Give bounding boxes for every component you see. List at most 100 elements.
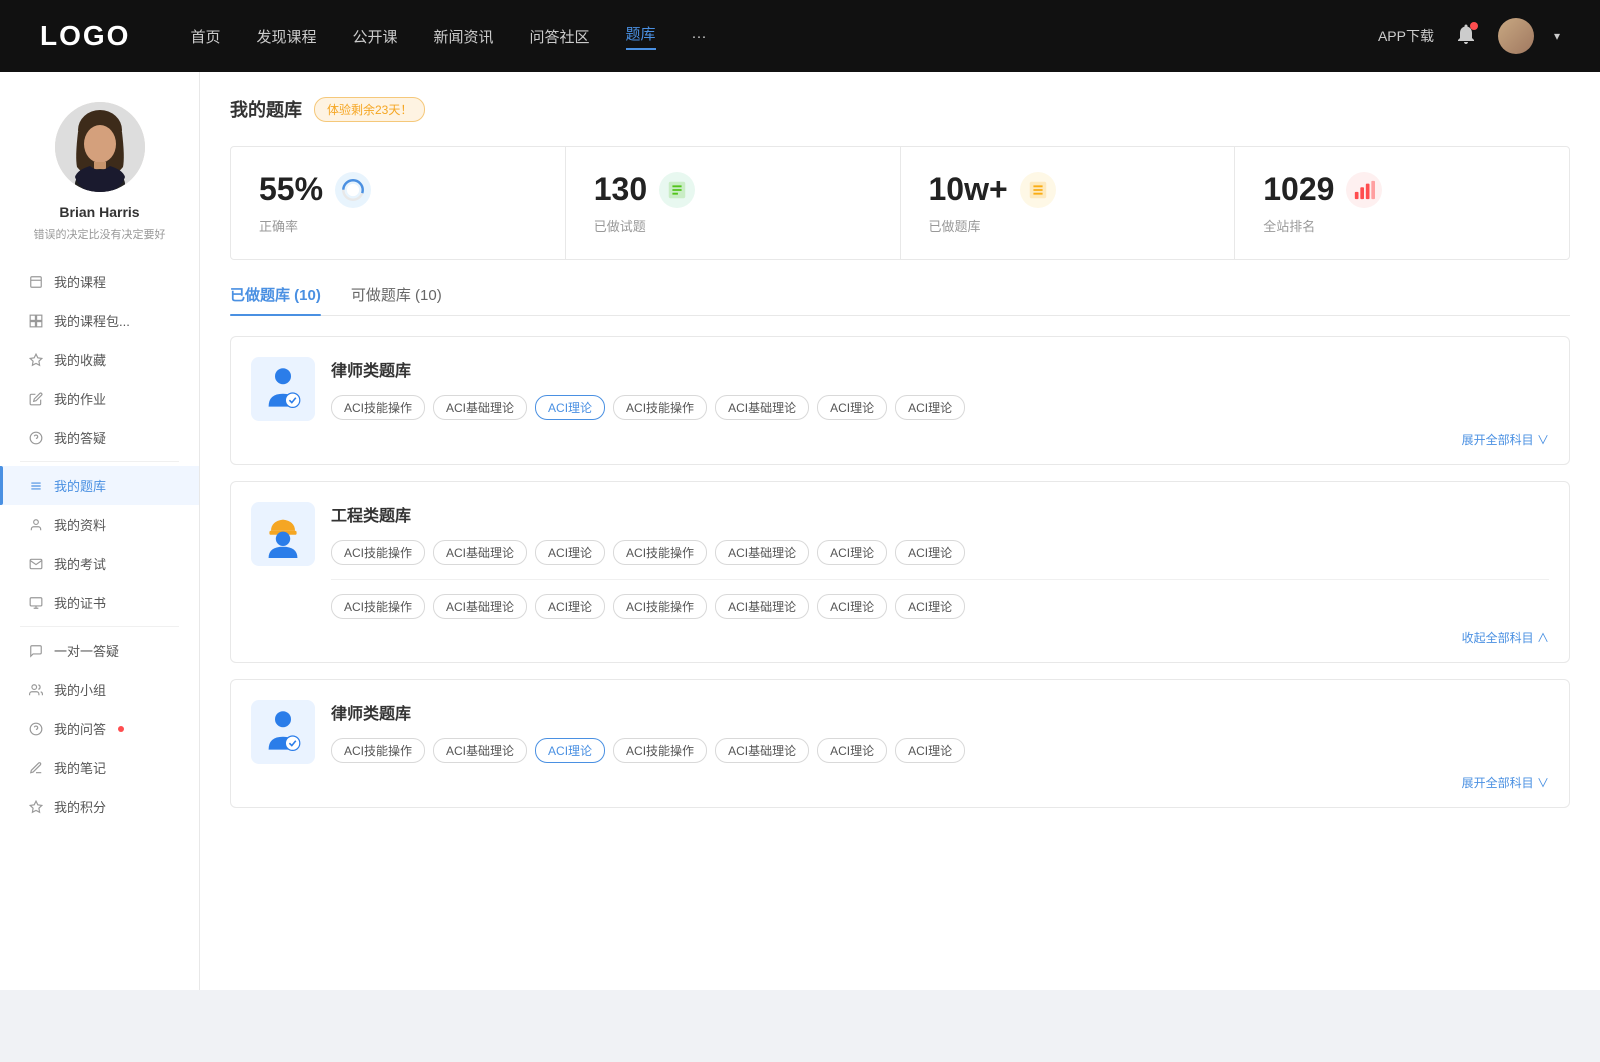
stat-label: 全站排名 — [1263, 216, 1541, 235]
sidebar-item-qa[interactable]: 我的答疑 — [0, 418, 199, 457]
expand-button[interactable]: 展开全部科目 ∨ — [251, 431, 1549, 448]
qbank-title: 律师类题库 — [331, 700, 1549, 724]
sidebar-item-one-on-one[interactable]: 一对一答疑 — [0, 631, 199, 670]
tag[interactable]: ACI理论 — [535, 540, 605, 565]
tag[interactable]: ACI理论 — [895, 738, 965, 763]
tag[interactable]: ACI理论 — [817, 594, 887, 619]
bell-notification-dot — [1470, 22, 1478, 30]
qbank-tags-row2: ACI技能操作 ACI基础理论 ACI理论 ACI技能操作 ACI基础理论 AC… — [331, 594, 1549, 619]
nav-question-bank[interactable]: 题库 — [626, 23, 656, 50]
accuracy-icon — [335, 172, 371, 208]
sidebar-label: 一对一答疑 — [54, 641, 119, 660]
tag[interactable]: ACI理论 — [895, 395, 965, 420]
qbank-card-lawyer-1: 律师类题库 ACI技能操作 ACI基础理论 ACI理论 ACI技能操作 ACI基… — [230, 336, 1570, 465]
tag[interactable]: ACI技能操作 — [613, 594, 707, 619]
tag[interactable]: ACI技能操作 — [331, 594, 425, 619]
stat-banks-done: 10w+ 已做题库 — [901, 147, 1236, 259]
tag[interactable]: ACI基础理论 — [715, 594, 809, 619]
tag[interactable]: ACI基础理论 — [715, 738, 809, 763]
question-bank-icon — [28, 478, 44, 494]
tag[interactable]: ACI基础理论 — [715, 395, 809, 420]
sidebar-item-my-qa[interactable]: 我的问答 — [0, 709, 199, 748]
engineer-figure-icon — [259, 510, 307, 558]
navbar-right: APP下载 ▾ — [1378, 18, 1560, 54]
collapse-button[interactable]: 收起全部科目 ∧ — [251, 629, 1549, 646]
tag[interactable]: ACI技能操作 — [613, 738, 707, 763]
stat-label: 已做试题 — [594, 216, 872, 235]
tag[interactable]: ACI理论 — [895, 594, 965, 619]
stat-value: 10w+ — [929, 171, 1008, 208]
nav-qa[interactable]: 问答社区 — [530, 26, 590, 47]
qbank-header: 律师类题库 ACI技能操作 ACI基础理论 ACI理论 ACI技能操作 ACI基… — [251, 357, 1549, 421]
sidebar-motto: 错误的决定比没有决定要好 — [18, 226, 182, 242]
tag[interactable]: ACI技能操作 — [613, 540, 707, 565]
stat-accuracy: 55% 正确率 — [231, 147, 566, 259]
sidebar-item-my-course[interactable]: 我的课程 — [0, 262, 199, 301]
sidebar-item-points[interactable]: 我的积分 — [0, 787, 199, 826]
tag[interactable]: ACI技能操作 — [331, 395, 425, 420]
qbank-tags: ACI技能操作 ACI基础理论 ACI理论 ACI技能操作 ACI基础理论 AC… — [331, 738, 1549, 763]
qbank-tags-row1: ACI技能操作 ACI基础理论 ACI理论 ACI技能操作 ACI基础理论 AC… — [331, 540, 1549, 565]
sidebar-label: 我的作业 — [54, 389, 106, 408]
sidebar-item-certificate[interactable]: 我的证书 — [0, 583, 199, 622]
tag-selected[interactable]: ACI理论 — [535, 738, 605, 763]
exam-icon — [28, 556, 44, 572]
tag[interactable]: ACI理论 — [817, 738, 887, 763]
nav-open-course[interactable]: 公开课 — [352, 26, 397, 47]
avatar-dropdown-chevron[interactable]: ▾ — [1554, 29, 1560, 43]
tag[interactable]: ACI基础理论 — [433, 594, 527, 619]
tab-row: 已做题库 (10) 可做题库 (10) — [230, 284, 1570, 316]
nav-news[interactable]: 新闻资讯 — [434, 26, 494, 47]
sidebar-item-question-bank[interactable]: 我的题库 — [0, 466, 199, 505]
tab-done-banks[interactable]: 已做题库 (10) — [230, 284, 321, 315]
sidebar-item-group[interactable]: 我的小组 — [0, 670, 199, 709]
sidebar-label: 我的收藏 — [54, 350, 106, 369]
sidebar-item-homework[interactable]: 我的作业 — [0, 379, 199, 418]
tag[interactable]: ACI技能操作 — [331, 738, 425, 763]
nav-discover[interactable]: 发现课程 — [256, 26, 316, 47]
expand-button-2[interactable]: 展开全部科目 ∨ — [251, 774, 1549, 791]
sidebar-label: 我的课程 — [54, 272, 106, 291]
bell-button[interactable] — [1454, 22, 1478, 51]
ranking-icon — [1346, 172, 1382, 208]
tag-selected[interactable]: ACI理论 — [535, 395, 605, 420]
sidebar-item-notes[interactable]: 我的笔记 — [0, 748, 199, 787]
stat-label: 已做题库 — [929, 216, 1207, 235]
stat-label: 正确率 — [259, 216, 537, 235]
tab-available-banks[interactable]: 可做题库 (10) — [351, 284, 442, 315]
tag[interactable]: ACI基础理论 — [433, 395, 527, 420]
trial-badge: 体验剩余23天！ — [314, 97, 425, 122]
notes-icon — [28, 760, 44, 776]
my-course-icon — [28, 274, 44, 290]
sidebar-item-profile[interactable]: 我的资料 — [0, 505, 199, 544]
logo: LOGO — [40, 20, 130, 52]
qa-notification-dot — [118, 726, 124, 732]
tag[interactable]: ACI基础理论 — [433, 540, 527, 565]
favorites-icon — [28, 352, 44, 368]
avatar-image — [1498, 18, 1534, 54]
tag[interactable]: ACI技能操作 — [331, 540, 425, 565]
tag[interactable]: ACI基础理论 — [715, 540, 809, 565]
qbank-content: 工程类题库 ACI技能操作 ACI基础理论 ACI理论 ACI技能操作 ACI基… — [331, 502, 1549, 619]
tag[interactable]: ACI基础理论 — [433, 738, 527, 763]
stat-value: 55% — [259, 171, 323, 208]
course-package-icon — [28, 313, 44, 329]
nav-more[interactable]: ··· — [692, 28, 707, 45]
app-download-link[interactable]: APP下载 — [1378, 26, 1434, 46]
tag[interactable]: ACI理论 — [535, 594, 605, 619]
tag[interactable]: ACI技能操作 — [613, 395, 707, 420]
sidebar-username: Brian Harris — [59, 204, 139, 220]
nav-home[interactable]: 首页 — [190, 26, 220, 47]
tag[interactable]: ACI理论 — [895, 540, 965, 565]
navbar-avatar[interactable] — [1498, 18, 1534, 54]
sidebar-item-course-package[interactable]: 我的课程包... — [0, 301, 199, 340]
tag[interactable]: ACI理论 — [817, 395, 887, 420]
one-on-one-icon — [28, 643, 44, 659]
tag[interactable]: ACI理论 — [817, 540, 887, 565]
sidebar-item-favorites[interactable]: 我的收藏 — [0, 340, 199, 379]
qbank-content: 律师类题库 ACI技能操作 ACI基础理论 ACI理论 ACI技能操作 ACI基… — [331, 700, 1549, 763]
database-icon — [1027, 179, 1049, 201]
qbank-header: 律师类题库 ACI技能操作 ACI基础理论 ACI理论 ACI技能操作 ACI基… — [251, 700, 1549, 764]
sidebar-item-exam[interactable]: 我的考试 — [0, 544, 199, 583]
pie-chart-icon — [342, 179, 364, 201]
